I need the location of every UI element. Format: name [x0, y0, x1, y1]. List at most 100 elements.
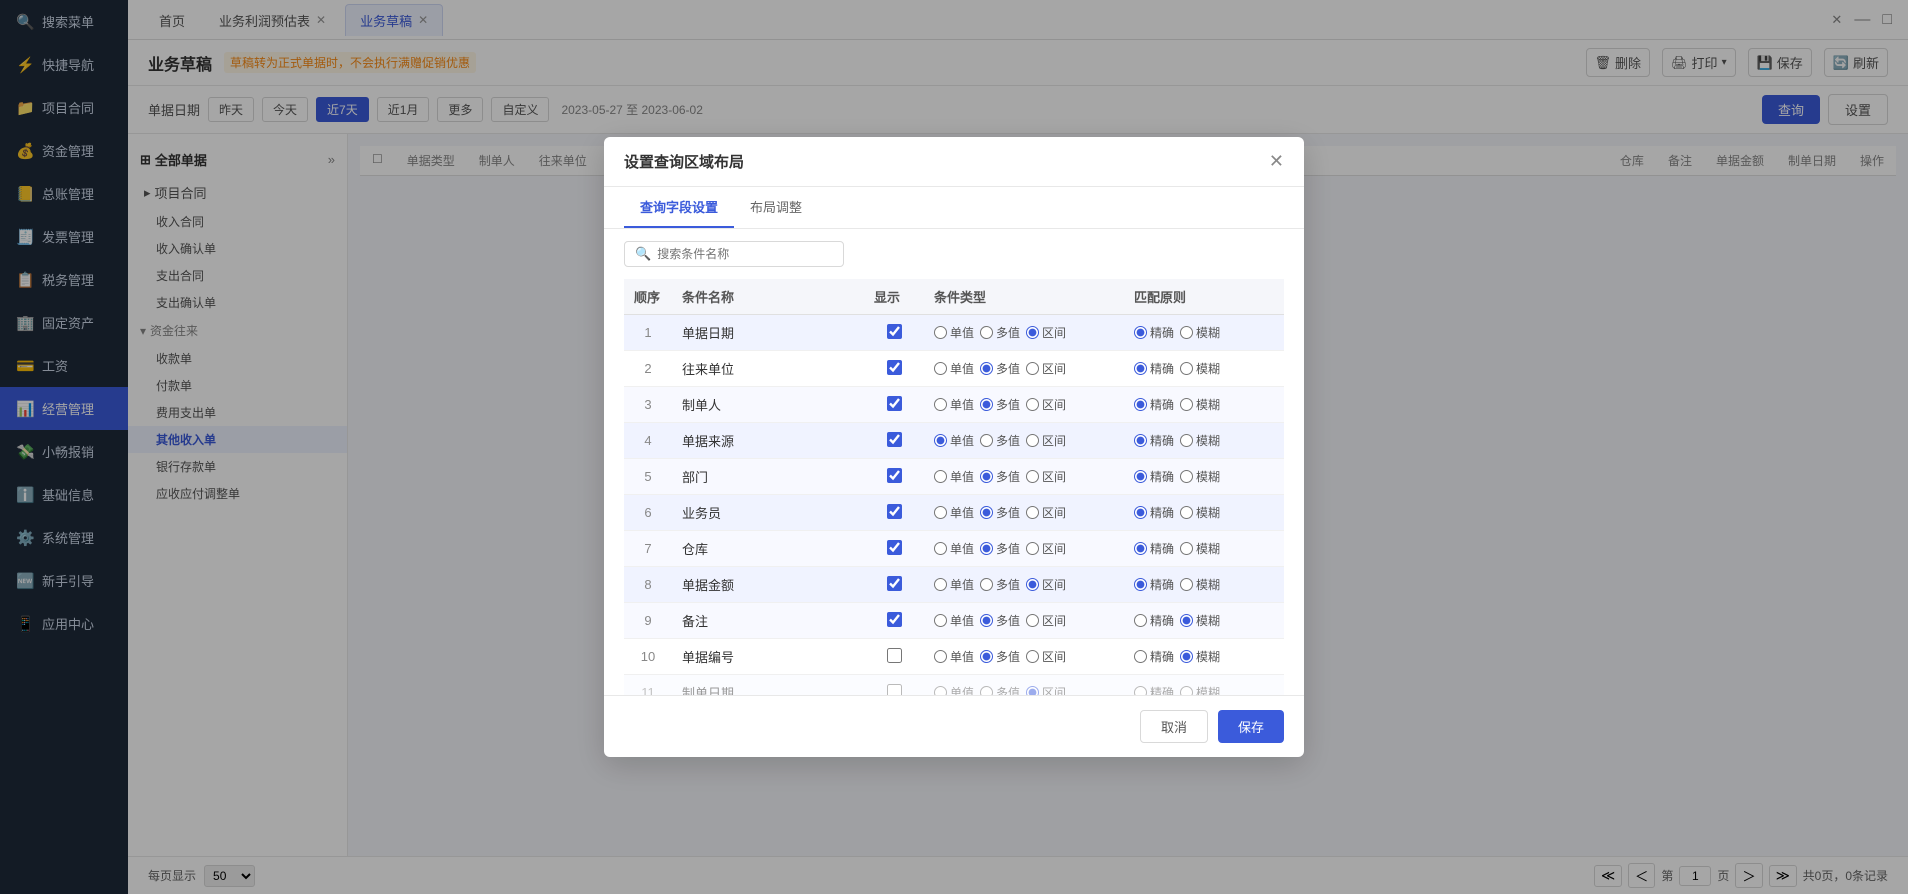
radio-multi-label[interactable]: 多值	[980, 396, 1020, 413]
row-name: 单据金额	[672, 567, 864, 603]
modal-header: 设置查询区域布局 ✕	[604, 137, 1304, 187]
radio-single-label[interactable]: 单值	[934, 360, 974, 377]
row-show[interactable]	[864, 603, 924, 639]
radio-range-label[interactable]: 区间	[1026, 684, 1066, 695]
radio-multi-label[interactable]: 多值	[980, 648, 1020, 665]
row-show[interactable]	[864, 459, 924, 495]
radio-range-label[interactable]: 区间	[1026, 648, 1066, 665]
radio-range-label[interactable]: 区间	[1026, 432, 1066, 449]
radio-single-label[interactable]: 单值	[934, 648, 974, 665]
radio-fuzzy-label[interactable]: 模糊	[1180, 648, 1220, 665]
radio-multi-label[interactable]: 多值	[980, 360, 1020, 377]
radio-range-label[interactable]: 区间	[1026, 468, 1066, 485]
radio-exact-label[interactable]: 精确	[1134, 684, 1174, 695]
radio-fuzzy-label[interactable]: 模糊	[1180, 540, 1220, 557]
row-type: 单值 多值 区间	[924, 351, 1124, 387]
modal-search-icon: 🔍	[635, 246, 651, 262]
radio-single-label[interactable]: 单值	[934, 432, 974, 449]
row-type: 单值 多值 区间	[924, 315, 1124, 351]
col-header-show: 显示	[864, 279, 924, 315]
radio-fuzzy-label[interactable]: 模糊	[1180, 432, 1220, 449]
row-match: 精确 模糊	[1124, 675, 1284, 696]
table-row: 10 单据编号 单值 多值 区间 精确 模糊	[624, 639, 1284, 675]
modal-save-btn[interactable]: 保存	[1218, 710, 1284, 743]
row-show[interactable]	[864, 315, 924, 351]
modal-cancel-btn[interactable]: 取消	[1140, 710, 1208, 743]
row-match: 精确 模糊	[1124, 639, 1284, 675]
table-row: 4 单据来源 单值 多值 区间 精确 模糊	[624, 423, 1284, 459]
table-row: 11 制单日期 单值 多值 区间 精确 模糊	[624, 675, 1284, 696]
radio-exact-label[interactable]: 精确	[1134, 396, 1174, 413]
radio-range-label[interactable]: 区间	[1026, 324, 1066, 341]
modal-close-btn[interactable]: ✕	[1269, 151, 1284, 172]
radio-range-label[interactable]: 区间	[1026, 504, 1066, 521]
row-order: 3	[624, 387, 672, 423]
radio-multi-label[interactable]: 多值	[980, 540, 1020, 557]
row-show[interactable]	[864, 495, 924, 531]
radio-exact-label[interactable]: 精确	[1134, 576, 1174, 593]
radio-multi-label[interactable]: 多值	[980, 504, 1020, 521]
radio-multi-label[interactable]: 多值	[980, 576, 1020, 593]
radio-fuzzy-label[interactable]: 模糊	[1180, 576, 1220, 593]
radio-single-label[interactable]: 单值	[934, 504, 974, 521]
radio-fuzzy-label[interactable]: 模糊	[1180, 504, 1220, 521]
radio-range-label[interactable]: 区间	[1026, 360, 1066, 377]
row-name: 往来单位	[672, 351, 864, 387]
modal-tab-layout[interactable]: 布局调整	[734, 187, 818, 228]
radio-fuzzy-label[interactable]: 模糊	[1180, 612, 1220, 629]
row-name: 部门	[672, 459, 864, 495]
row-show[interactable]	[864, 423, 924, 459]
radio-range-label[interactable]: 区间	[1026, 396, 1066, 413]
radio-multi-label[interactable]: 多值	[980, 684, 1020, 695]
radio-multi-label[interactable]: 多值	[980, 612, 1020, 629]
row-type: 单值 多值 区间	[924, 459, 1124, 495]
table-row: 2 往来单位 单值 多值 区间 精确 模糊	[624, 351, 1284, 387]
radio-exact-label[interactable]: 精确	[1134, 360, 1174, 377]
radio-single-label[interactable]: 单值	[934, 324, 974, 341]
radio-fuzzy-label[interactable]: 模糊	[1180, 324, 1220, 341]
modal-table-wrap: 顺序 条件名称 显示 条件类型 匹配原则 1 单据日期 单值 多值 区间	[604, 279, 1304, 695]
radio-range-label[interactable]: 区间	[1026, 576, 1066, 593]
row-show[interactable]	[864, 567, 924, 603]
row-type: 单值 多值 区间	[924, 423, 1124, 459]
row-name: 单据日期	[672, 315, 864, 351]
col-header-match: 匹配原则	[1124, 279, 1284, 315]
row-name: 单据编号	[672, 639, 864, 675]
modal-search-wrap: 🔍	[624, 241, 844, 267]
radio-multi-label[interactable]: 多值	[980, 468, 1020, 485]
radio-exact-label[interactable]: 精确	[1134, 540, 1174, 557]
radio-exact-label[interactable]: 精确	[1134, 432, 1174, 449]
radio-fuzzy-label[interactable]: 模糊	[1180, 468, 1220, 485]
radio-fuzzy-label[interactable]: 模糊	[1180, 396, 1220, 413]
radio-multi-label[interactable]: 多值	[980, 432, 1020, 449]
radio-exact-label[interactable]: 精确	[1134, 468, 1174, 485]
row-show[interactable]	[864, 531, 924, 567]
modal-tab-field-settings[interactable]: 查询字段设置	[624, 187, 734, 228]
row-show[interactable]	[864, 675, 924, 696]
modal-search-input[interactable]	[657, 247, 833, 261]
row-show[interactable]	[864, 387, 924, 423]
radio-multi-label[interactable]: 多值	[980, 324, 1020, 341]
radio-fuzzy-label[interactable]: 模糊	[1180, 684, 1220, 695]
radio-single-label[interactable]: 单值	[934, 396, 974, 413]
radio-exact-label[interactable]: 精确	[1134, 324, 1174, 341]
row-match: 精确 模糊	[1124, 423, 1284, 459]
radio-exact-label[interactable]: 精确	[1134, 612, 1174, 629]
row-show[interactable]	[864, 639, 924, 675]
radio-fuzzy-label[interactable]: 模糊	[1180, 360, 1220, 377]
radio-single-label[interactable]: 单值	[934, 540, 974, 557]
radio-range-label[interactable]: 区间	[1026, 612, 1066, 629]
radio-exact-label[interactable]: 精确	[1134, 648, 1174, 665]
radio-single-label[interactable]: 单值	[934, 612, 974, 629]
row-type: 单值 多值 区间	[924, 639, 1124, 675]
row-show[interactable]	[864, 351, 924, 387]
radio-single-label[interactable]: 单值	[934, 576, 974, 593]
modal-overlay: 设置查询区域布局 ✕ 查询字段设置 布局调整 🔍 顺序	[0, 0, 1908, 894]
modal-search-area: 🔍	[604, 229, 1304, 279]
row-name: 制单人	[672, 387, 864, 423]
row-type: 单值 多值 区间	[924, 675, 1124, 696]
radio-exact-label[interactable]: 精确	[1134, 504, 1174, 521]
radio-single-label[interactable]: 单值	[934, 684, 974, 695]
radio-range-label[interactable]: 区间	[1026, 540, 1066, 557]
radio-single-label[interactable]: 单值	[934, 468, 974, 485]
